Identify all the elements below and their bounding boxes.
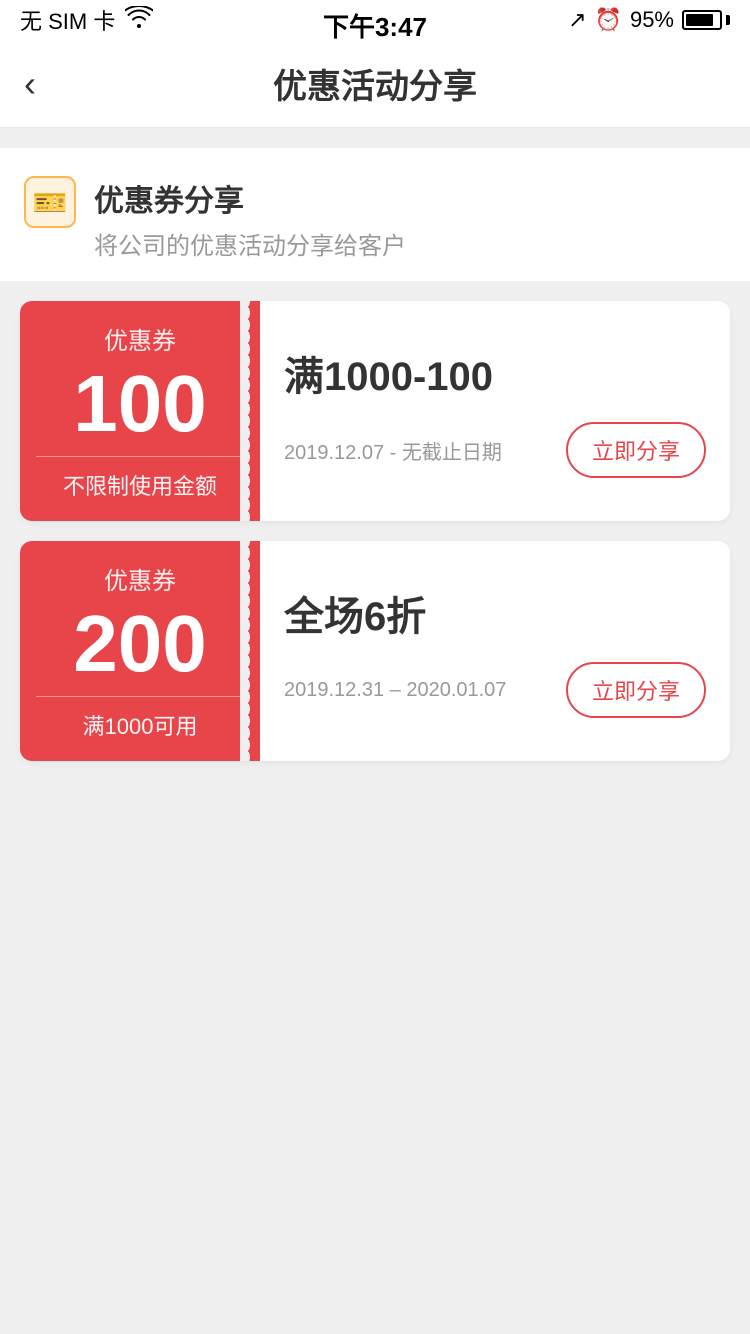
time-display: 下午3:47 <box>323 7 427 44</box>
coupon-right: 满1000-100 2019.12.07 - 无截止日期 立即分享 <box>260 301 730 521</box>
share-button[interactable]: 立即分享 <box>566 662 706 718</box>
wifi-icon <box>125 6 153 34</box>
coupon-date: 2019.12.07 - 无截止日期 <box>284 436 502 465</box>
section-header: 🎫 优惠券分享 将公司的优惠活动分享给客户 <box>0 148 750 281</box>
coupon-icon-symbol: 🎫 <box>33 186 68 219</box>
battery-icon <box>682 10 730 30</box>
carrier-text: 无 SIM 卡 <box>20 4 115 36</box>
empty-area <box>0 761 750 1161</box>
coupon-meta: 2019.12.31 – 2020.01.07 立即分享 <box>284 662 706 718</box>
share-button[interactable]: 立即分享 <box>566 422 706 478</box>
back-button[interactable]: ‹ <box>24 63 36 105</box>
nav-bar: ‹ 优惠活动分享 <box>0 40 750 128</box>
section-text: 优惠券分享 将公司的优惠活动分享给客户 <box>94 176 406 261</box>
section-title: 优惠券分享 <box>94 176 406 220</box>
nav-title: 优惠活动分享 <box>273 59 477 108</box>
coupon-divider <box>36 456 244 457</box>
coupon-left: 优惠券 100 不限制使用金额 <box>20 301 260 521</box>
coupon-amount: 200 <box>73 604 206 684</box>
coupon-card: 优惠券 100 不限制使用金额 满1000-100 2019.12.07 - 无… <box>20 301 730 521</box>
coupon-left: 优惠券 200 满1000可用 <box>20 541 260 761</box>
coupon-condition: 不限制使用金额 <box>63 469 217 501</box>
section-icon: 🎫 <box>24 176 76 228</box>
coupon-condition: 满1000可用 <box>83 709 198 741</box>
battery-percent: 95% <box>630 7 674 33</box>
alarm-icon: ⏰ <box>595 7 622 33</box>
coupon-left-section: 优惠券 200 满1000可用 <box>20 541 260 761</box>
coupon-amount: 100 <box>73 364 206 444</box>
coupon-left-section: 优惠券 100 不限制使用金额 <box>20 301 260 521</box>
coupon-name: 全场6折 <box>284 584 706 642</box>
coupon-label: 优惠券 <box>104 321 176 356</box>
status-left: 无 SIM 卡 <box>20 4 153 36</box>
coupon-label: 优惠券 <box>104 561 176 596</box>
section-subtitle: 将公司的优惠活动分享给客户 <box>94 226 406 261</box>
location-icon: ↗ <box>568 7 586 33</box>
coupon-list: 优惠券 100 不限制使用金额 满1000-100 2019.12.07 - 无… <box>0 281 750 761</box>
coupon-name: 满1000-100 <box>284 344 706 402</box>
coupon-date: 2019.12.31 – 2020.01.07 <box>284 679 506 702</box>
coupon-right: 全场6折 2019.12.31 – 2020.01.07 立即分享 <box>260 541 730 761</box>
status-right: ↗ ⏰ 95% <box>568 7 730 33</box>
coupon-meta: 2019.12.07 - 无截止日期 立即分享 <box>284 422 706 478</box>
coupon-card: 优惠券 200 满1000可用 全场6折 2019.12.31 – 2020.0… <box>20 541 730 761</box>
status-bar: 无 SIM 卡 下午3:47 ↗ ⏰ 95% <box>0 0 750 40</box>
coupon-divider <box>36 696 244 697</box>
